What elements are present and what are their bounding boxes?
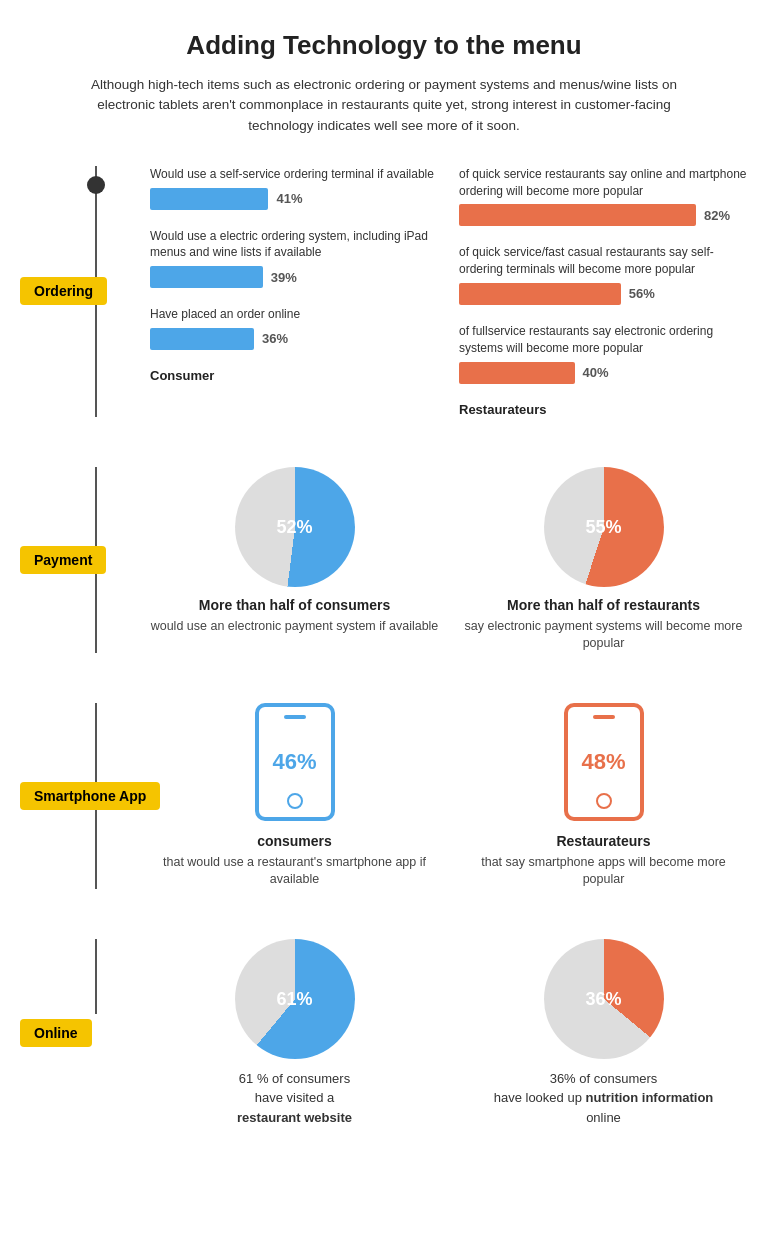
ordering-section: Ordering Would use a self-service orderi… (20, 166, 748, 417)
payment-badge: Payment (20, 546, 106, 574)
smartphone-consumer-title: consumers (257, 833, 332, 849)
restaurateur-bar-2: of quick service/fast casual restaurants… (459, 244, 748, 305)
restaurateur-bar-1-desc: of quick service restaurants say online … (459, 166, 748, 200)
ordering-consumer-col: Would use a self-service ordering termin… (150, 166, 439, 417)
consumer-bar-1-wrap: 41% (150, 188, 439, 210)
payment-restaurateur-pct: 55% (585, 516, 621, 537)
payment-consumer-pct: 52% (276, 516, 312, 537)
consumer-bar-3-desc: Have placed an order online (150, 306, 439, 323)
page-title: Adding Technology to the menu (20, 30, 748, 61)
consumer-bar-1-pct: 41% (276, 191, 302, 206)
consumer-bar-2-fill (150, 266, 263, 288)
online-consumer-col: 61% 61 % of consumers have visited a res… (150, 939, 439, 1128)
phone-icon-red: 48% (564, 703, 644, 821)
online-restaurateur-col: 36% 36% of consumers have looked up nutr… (459, 939, 748, 1128)
online-restaurateur-text: 36% of consumers have looked up nutritio… (494, 1069, 714, 1128)
consumer-bar-1-desc: Would use a self-service ordering termin… (150, 166, 439, 183)
smartphone-restaurateur-pct: 48% (581, 749, 625, 775)
online-restaurateur-desc2: have looked up (494, 1090, 582, 1105)
consumer-bar-3-wrap: 36% (150, 328, 439, 350)
restaurateur-bar-1: of quick service restaurants say online … (459, 166, 748, 227)
online-badge: Online (20, 1019, 92, 1047)
payment-consumer-desc: would use an electronic payment system i… (151, 618, 439, 636)
online-restaurateur-bold: nutrition information (586, 1090, 714, 1105)
consumer-bar-1: Would use a self-service ordering termin… (150, 166, 439, 210)
payment-consumer-title: More than half of consumers (199, 597, 390, 613)
consumer-bar-3-pct: 36% (262, 331, 288, 346)
payment-consumer-col: 52% More than half of consumers would us… (150, 467, 439, 653)
online-restaurateur-desc1: 36% of consumers (550, 1071, 658, 1086)
online-consumer-desc3: restaurant website (237, 1110, 352, 1125)
online-columns: 61% 61 % of consumers have visited a res… (150, 939, 748, 1128)
online-restaurateur-pct: 36% (585, 988, 621, 1009)
smartphone-restaurateur-col: 48% Restaurateurs that say smartphone ap… (459, 703, 748, 889)
restaurateur-bar-3-pct: 40% (583, 365, 609, 380)
payment-restaurateur-pie: 55% (544, 467, 664, 587)
restaurateur-bar-3: of fullservice restaurants say electroni… (459, 323, 748, 384)
restaurateur-bar-1-fill (459, 204, 696, 226)
payment-restaurateur-desc: say electronic payment systems will beco… (459, 618, 748, 653)
ordering-restaurateur-col: of quick service restaurants say online … (459, 166, 748, 417)
smartphone-consumer-pct: 46% (272, 749, 316, 775)
smartphone-consumer-desc: that would use a restaurant's smartphone… (150, 854, 439, 889)
payment-restaurateur-title: More than half of restaurants (507, 597, 700, 613)
restaurateur-bar-2-desc: of quick service/fast casual restaurants… (459, 244, 748, 278)
consumer-label: Consumer (150, 368, 439, 383)
page: Adding Technology to the menu Although h… (0, 0, 768, 1207)
payment-consumer-pie: 52% (235, 467, 355, 587)
consumer-bar-1-fill (150, 188, 268, 210)
smartphone-section: Smartphone App 46% consumers that would … (20, 703, 748, 889)
consumer-bar-2-wrap: 39% (150, 266, 439, 288)
payment-columns: 52% More than half of consumers would us… (150, 467, 748, 653)
consumer-bar-2-pct: 39% (271, 270, 297, 285)
online-restaurateur-desc3: online (586, 1110, 621, 1125)
online-section: Online 61% 61 % of consumers have visite… (20, 939, 748, 1128)
ordering-content: Would use a self-service ordering termin… (150, 166, 748, 417)
restaurateur-label: Restaurateurs (459, 402, 748, 417)
online-restaurateur-pie: 36% (544, 939, 664, 1059)
restaurateur-bar-1-pct: 82% (704, 208, 730, 223)
consumer-bar-3-fill (150, 328, 254, 350)
page-subtitle: Although high-tech items such as electro… (84, 75, 684, 136)
consumer-bar-3: Have placed an order online 36% (150, 306, 439, 350)
smartphone-restaurateur-desc: that say smartphone apps will become mor… (459, 854, 748, 889)
restaurateur-bar-1-wrap: 82% (459, 204, 748, 226)
online-consumer-text: 61 % of consumers have visited a restaur… (237, 1069, 352, 1128)
smartphone-badge: Smartphone App (20, 782, 160, 810)
consumer-bar-2: Would use a electric ordering system, in… (150, 228, 439, 289)
payment-restaurateur-col: 55% More than half of restaurants say el… (459, 467, 748, 653)
online-consumer-desc2: have visited a (255, 1090, 335, 1105)
restaurateur-bar-3-wrap: 40% (459, 362, 748, 384)
online-consumer-desc1: 61 % of consumers (239, 1071, 350, 1086)
smartphone-content: 46% consumers that would use a restauran… (150, 703, 748, 889)
online-content: 61% 61 % of consumers have visited a res… (150, 939, 748, 1128)
restaurateur-bar-2-pct: 56% (629, 286, 655, 301)
consumer-bar-2-desc: Would use a electric ordering system, in… (150, 228, 439, 262)
smartphone-columns: 46% consumers that would use a restauran… (150, 703, 748, 889)
smartphone-consumer-col: 46% consumers that would use a restauran… (150, 703, 439, 889)
online-consumer-pie: 61% (235, 939, 355, 1059)
restaurateur-bar-3-desc: of fullservice restaurants say electroni… (459, 323, 748, 357)
online-consumer-pct: 61% (276, 988, 312, 1009)
ordering-columns: Would use a self-service ordering termin… (150, 166, 748, 417)
restaurateur-bar-3-fill (459, 362, 575, 384)
phone-icon-blue: 46% (255, 703, 335, 821)
restaurateur-bar-2-fill (459, 283, 621, 305)
smartphone-restaurateur-title: Restaurateurs (556, 833, 650, 849)
restaurateur-bar-2-wrap: 56% (459, 283, 748, 305)
payment-content: 52% More than half of consumers would us… (150, 467, 748, 653)
ordering-badge: Ordering (20, 277, 107, 305)
payment-section: Payment 52% More than half of consumers … (20, 467, 748, 653)
